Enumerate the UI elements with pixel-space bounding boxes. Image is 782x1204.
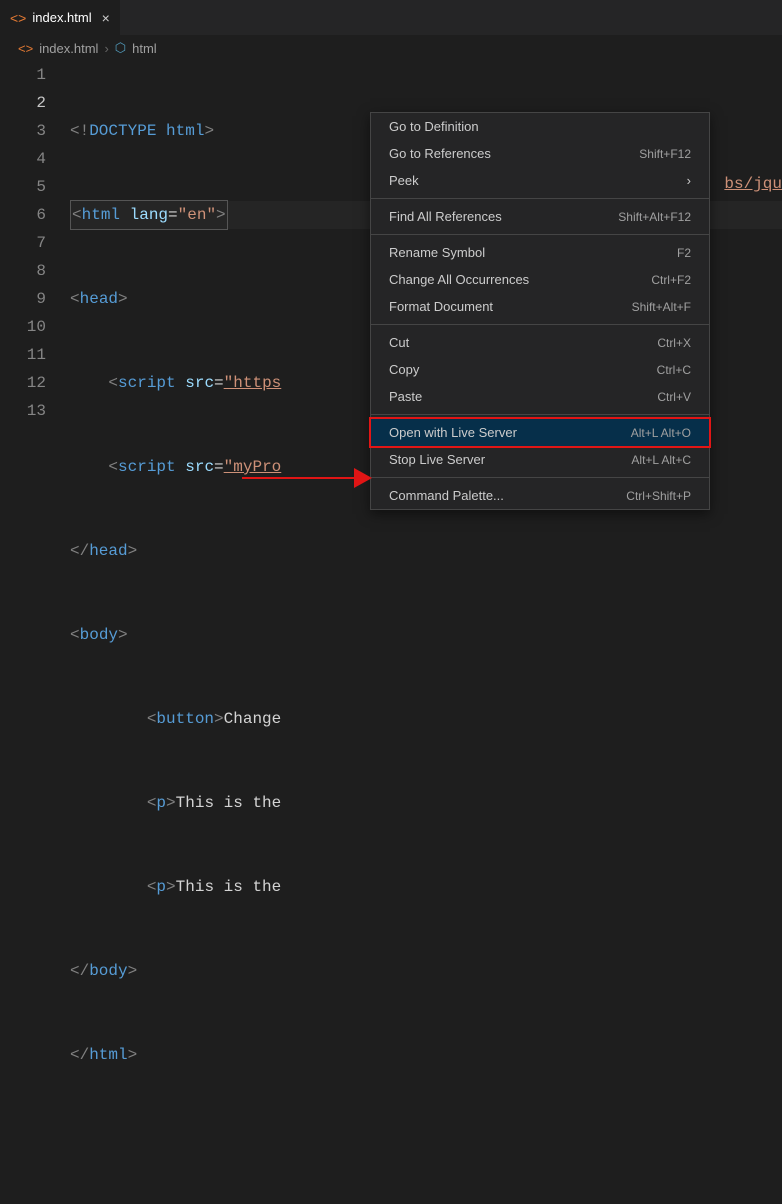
tab-label: index.html xyxy=(32,10,91,25)
breadcrumb[interactable]: <> index.html › ⬡ html xyxy=(0,35,782,61)
menu-peek[interactable]: Peek› xyxy=(371,167,709,194)
breadcrumb-symbol: html xyxy=(132,41,157,56)
breadcrumb-file: index.html xyxy=(39,41,98,56)
menu-rename-symbol[interactable]: Rename SymbolF2 xyxy=(371,239,709,266)
menu-separator xyxy=(371,324,709,325)
menu-open-live-server[interactable]: Open with Live ServerAlt+L Alt+O xyxy=(369,417,711,448)
chevron-right-icon: › xyxy=(104,41,108,56)
context-menu: Go to Definition Go to ReferencesShift+F… xyxy=(370,112,710,510)
chevron-right-icon: › xyxy=(687,173,691,188)
menu-paste[interactable]: PasteCtrl+V xyxy=(371,383,709,410)
line-number-gutter: 1 2 3 4 5 6 7 8 9 10 11 12 13 xyxy=(0,61,70,1204)
menu-format-document[interactable]: Format DocumentShift+Alt+F xyxy=(371,293,709,320)
truncated-code: bs/jqu xyxy=(724,175,782,193)
menu-goto-definition[interactable]: Go to Definition xyxy=(371,113,709,140)
menu-copy[interactable]: CopyCtrl+C xyxy=(371,356,709,383)
symbol-icon: ⬡ xyxy=(115,40,126,56)
menu-goto-references[interactable]: Go to ReferencesShift+F12 xyxy=(371,140,709,167)
menu-separator xyxy=(371,234,709,235)
tab-bar: <> index.html × xyxy=(0,0,782,35)
html-file-icon: <> xyxy=(18,41,33,56)
close-icon[interactable]: × xyxy=(102,10,110,26)
menu-separator xyxy=(371,198,709,199)
menu-command-palette[interactable]: Command Palette...Ctrl+Shift+P xyxy=(371,482,709,509)
menu-separator xyxy=(371,414,709,415)
html-file-icon: <> xyxy=(10,10,26,26)
menu-separator xyxy=(371,477,709,478)
menu-find-all-references[interactable]: Find All ReferencesShift+Alt+F12 xyxy=(371,203,709,230)
menu-stop-live-server[interactable]: Stop Live ServerAlt+L Alt+C xyxy=(371,446,709,473)
menu-change-all-occurrences[interactable]: Change All OccurrencesCtrl+F2 xyxy=(371,266,709,293)
tab-index-html[interactable]: <> index.html × xyxy=(0,0,121,35)
menu-cut[interactable]: CutCtrl+X xyxy=(371,329,709,356)
